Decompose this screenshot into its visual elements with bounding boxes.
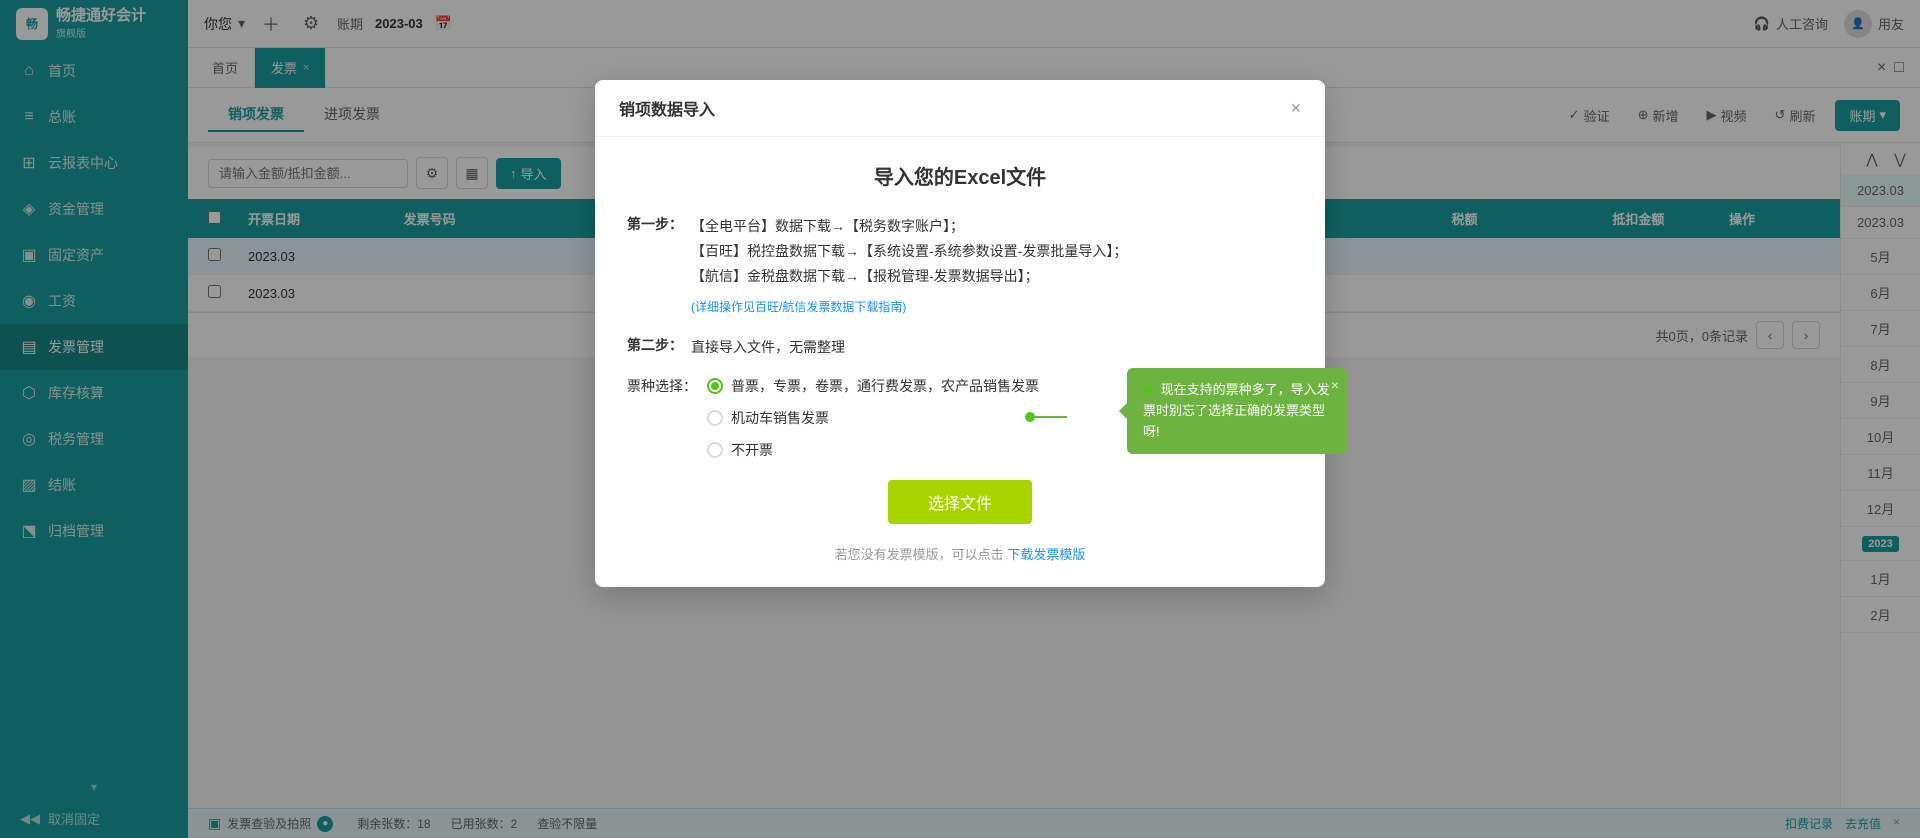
tooltip-connector-dot [1025,412,1035,422]
modal-close-button[interactable]: × [1290,98,1301,119]
modal-title: 销项数据导入 [619,96,715,120]
tooltip-text: 现在支持的票种多了，导入发票时别忘了选择正确的发票类型呀! [1143,382,1330,439]
download-hint: 若您没有发票模版，可以点击 下载发票模版 [627,544,1293,563]
ticket-section: 票种选择： 普票，专票，卷票，通行费发票，农产品销售发票 机动车销售发票 × [627,376,1293,460]
radio-option-3[interactable]: 不开票 [707,440,1039,460]
modal-header: 销项数据导入 × [595,80,1325,137]
radio-option-1[interactable]: 普票，专票，卷票，通行费发票，农产品销售发票 [707,376,1039,396]
tooltip-bubble: × 现在支持的票种多了，导入发票时别忘了选择正确的发票类型呀! [1127,368,1347,454]
ticket-options: 普票，专票，卷票，通行费发票，农产品销售发票 机动车销售发票 × 现在支持的票种… [707,376,1039,460]
radio-3[interactable] [707,442,723,458]
modal-overlay[interactable]: 销项数据导入 × 导入您的Excel文件 第一步： 【全电平台】数据下载→【税务… [0,0,1920,838]
tooltip-dot-icon [1143,386,1151,394]
ticket-label: 票种选择： [627,376,707,396]
radio-2[interactable] [707,410,723,426]
radio-option-2[interactable]: 机动车销售发票 × 现在支持的票种多了，导入发票时别忘了选择正确的发票类型呀! [707,408,1039,428]
select-file-button[interactable]: 选择文件 [888,480,1032,524]
modal-body: 导入您的Excel文件 第一步： 【全电平台】数据下载→【税务数字账户】； 【百… [595,137,1325,587]
tooltip-close-button[interactable]: × [1331,374,1339,396]
download-template-link[interactable]: 下载发票模版 [1007,547,1085,562]
step1-row: 第一步： 【全电平台】数据下载→【税务数字账户】； 【百旺】税控盘数据下载→【系… [627,214,1293,319]
download-guide-link[interactable]: (详细操作见百旺/航信发票数据下载指南) [691,300,906,314]
radio-1[interactable] [707,378,723,394]
import-modal: 销项数据导入 × 导入您的Excel文件 第一步： 【全电平台】数据下载→【税务… [595,80,1325,587]
step2-label: 第二步： [627,335,687,360]
step1-content: 【全电平台】数据下载→【税务数字账户】； 【百旺】税控盘数据下载→【系统设置-系… [691,214,1127,319]
step2-row: 第二步： 直接导入文件，无需整理 [627,335,1293,360]
step1-label: 第一步： [627,214,687,319]
step2-content: 直接导入文件，无需整理 [691,335,845,360]
modal-main-title: 导入您的Excel文件 [627,161,1293,190]
